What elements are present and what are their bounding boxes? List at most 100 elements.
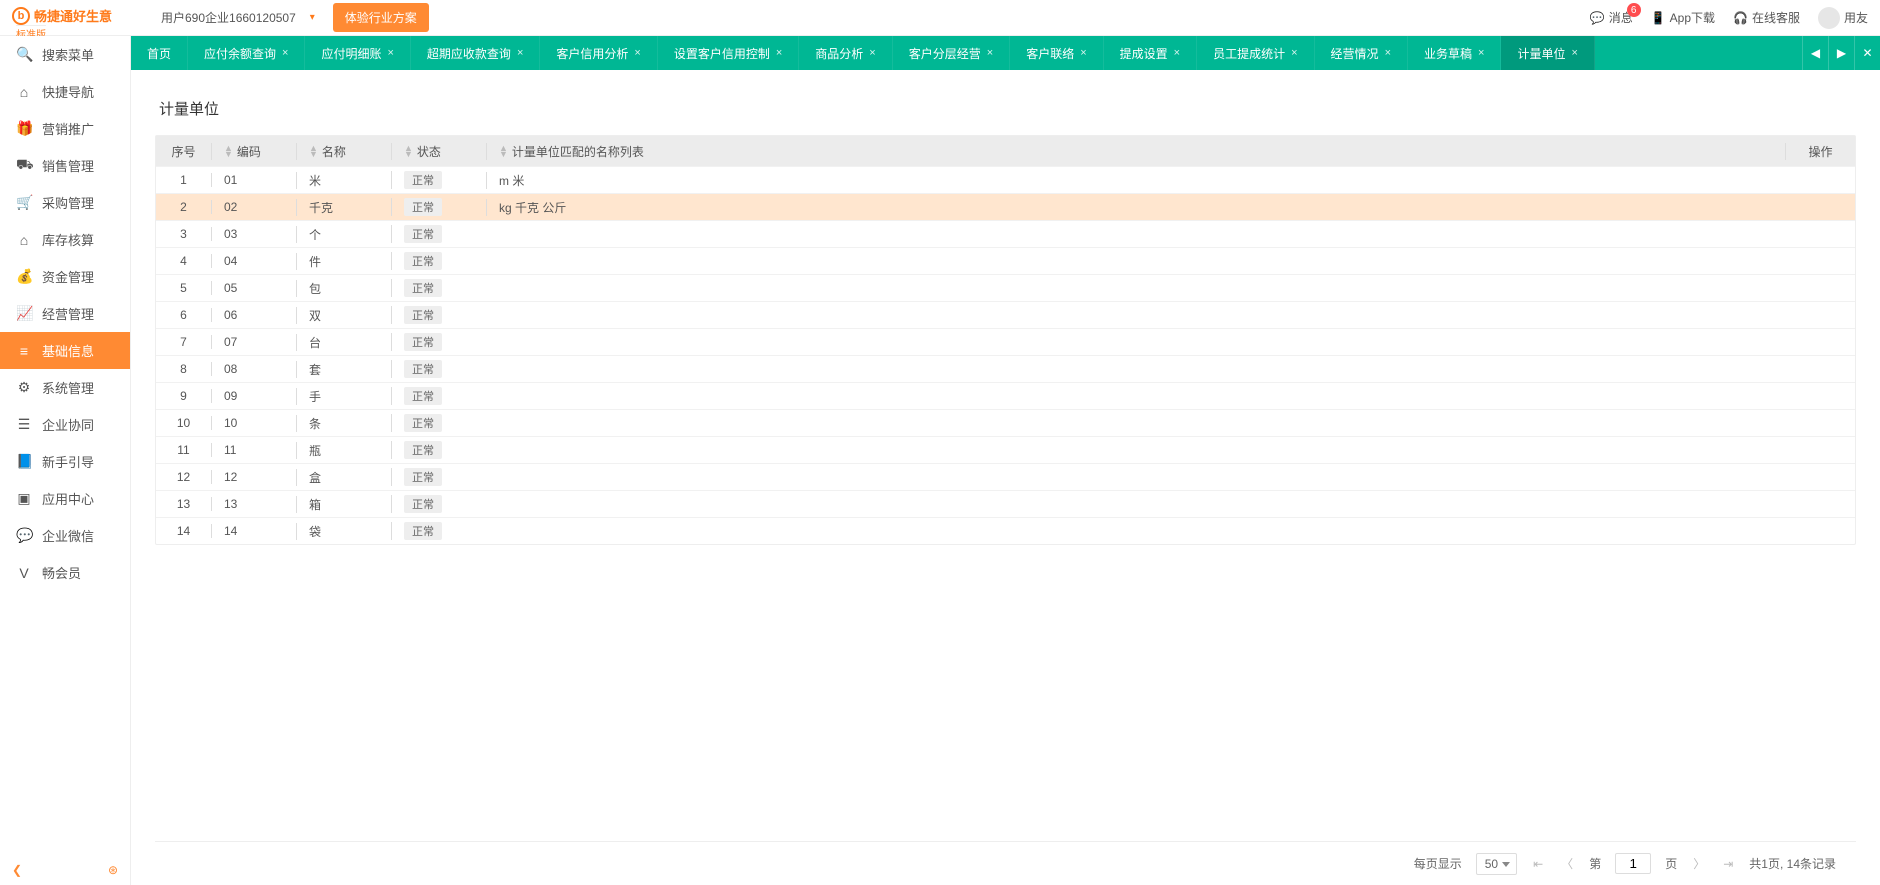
sidebar-footer: ❮ ⊛: [0, 863, 130, 877]
cell-name: 箱: [296, 496, 391, 513]
tab-3[interactable]: 超期应收款查询×: [411, 36, 540, 70]
tab-close-icon[interactable]: ×: [517, 47, 523, 59]
tab-2[interactable]: 应付明细账×: [305, 36, 410, 70]
tab-close-icon[interactable]: ×: [987, 47, 993, 59]
sidebar-item-12[interactable]: ▣应用中心: [0, 480, 130, 517]
table-row[interactable]: 909手正常: [156, 382, 1855, 409]
app-download-button[interactable]: 📱 App下载: [1651, 9, 1715, 26]
messages-button[interactable]: 💬 消息 6: [1590, 9, 1633, 26]
col-name[interactable]: ▲▼名称: [296, 143, 391, 160]
sidebar-item-2[interactable]: 🎁营销推广: [0, 110, 130, 147]
tab-close-icon[interactable]: ×: [634, 47, 640, 59]
tab-strip: 首页应付余额查询×应付明细账×超期应收款查询×客户信用分析×设置客户信用控制×商…: [131, 36, 1880, 70]
tab-label: 计量单位: [1517, 45, 1565, 62]
cell-code: 09: [211, 389, 296, 403]
sidebar-item-6[interactable]: 💰资金管理: [0, 258, 130, 295]
tab-label: 客户分层经营: [909, 45, 981, 62]
tab-close-icon[interactable]: ×: [1571, 47, 1577, 59]
sidebar-collapse-icon[interactable]: ❮: [12, 863, 22, 877]
tab-close-icon[interactable]: ×: [387, 47, 393, 59]
online-service-button[interactable]: 🎧 在线客服: [1733, 9, 1800, 26]
tab-12[interactable]: 业务草稿×: [1408, 36, 1501, 70]
tab-label: 经营情况: [1331, 45, 1379, 62]
table-row[interactable]: 1414袋正常: [156, 517, 1855, 544]
tabs-close-all[interactable]: ✕: [1854, 36, 1880, 70]
sidebar-item-1[interactable]: ⌂快捷导航: [0, 73, 130, 110]
tab-9[interactable]: 提成设置 ×: [1104, 36, 1197, 70]
status-badge: 正常: [404, 252, 442, 270]
tab-11[interactable]: 经营情况 ×: [1315, 36, 1408, 70]
sidebar-item-0[interactable]: 🔍搜索菜单: [0, 36, 130, 73]
status-badge: 正常: [404, 414, 442, 432]
table-row[interactable]: 505包正常: [156, 274, 1855, 301]
sidebar-item-7[interactable]: 📈经营管理: [0, 295, 130, 332]
sidebar-item-8[interactable]: ≡基础信息: [0, 332, 130, 369]
tab-13[interactable]: 计量单位 ×: [1501, 36, 1594, 70]
table-row[interactable]: 202千克正常kg 千克 公斤: [156, 193, 1855, 220]
col-status[interactable]: ▲▼状态: [391, 143, 486, 160]
per-page-select[interactable]: 50: [1476, 853, 1517, 875]
pager-last[interactable]: ⇥: [1721, 857, 1735, 871]
tenant-selector[interactable]: 用户690企业1660120507 ▾: [161, 9, 315, 26]
tab-4[interactable]: 客户信用分析×: [540, 36, 657, 70]
cell-name: 套: [296, 361, 391, 378]
tab-close-icon[interactable]: ×: [1080, 47, 1086, 59]
tab-6[interactable]: 商品分析×: [799, 36, 892, 70]
col-index[interactable]: 序号: [156, 143, 211, 160]
col-code[interactable]: ▲▼编码: [211, 143, 296, 160]
tab-close-icon[interactable]: ×: [869, 47, 875, 59]
tab-close-icon[interactable]: ×: [1478, 47, 1484, 59]
table-row[interactable]: 1010条正常: [156, 409, 1855, 436]
col-match[interactable]: ▲▼计量单位匹配的名称列表: [486, 143, 1785, 160]
tab-8[interactable]: 客户联络×: [1010, 36, 1103, 70]
tabs-scroll-left[interactable]: ◀: [1802, 36, 1828, 70]
cell-status: 正常: [391, 360, 486, 378]
sidebar-item-10[interactable]: ☰企业协同: [0, 406, 130, 443]
tab-5[interactable]: 设置客户信用控制×: [658, 36, 799, 70]
pager-first[interactable]: ⇤: [1531, 857, 1545, 871]
page-input[interactable]: [1615, 853, 1651, 874]
tabs-scroll-right[interactable]: ▶: [1828, 36, 1854, 70]
tab-close-icon[interactable]: ×: [1291, 47, 1297, 59]
sidebar-item-14[interactable]: V畅会员: [0, 554, 130, 591]
table-row[interactable]: 808套正常: [156, 355, 1855, 382]
table-row[interactable]: 1111瓶正常: [156, 436, 1855, 463]
sidebar-item-4[interactable]: 🛒采购管理: [0, 184, 130, 221]
tab-10[interactable]: 员工提成统计×: [1197, 36, 1314, 70]
sidebar-item-9[interactable]: ⚙系统管理: [0, 369, 130, 406]
table-row[interactable]: 707台正常: [156, 328, 1855, 355]
pager-next[interactable]: 〉: [1691, 855, 1707, 872]
sidebar: 🔍搜索菜单⌂快捷导航🎁营销推广⛟销售管理🛒采购管理⌂库存核算💰资金管理📈经营管理…: [0, 36, 131, 885]
headset-icon: 🎧: [1733, 11, 1748, 25]
table-row[interactable]: 303个正常: [156, 220, 1855, 247]
sidebar-icon: 🔍: [16, 46, 32, 63]
tab-label: 提成设置: [1120, 45, 1168, 62]
cell-name: 件: [296, 253, 391, 270]
user-menu[interactable]: 用友: [1818, 7, 1868, 29]
tab-close-icon[interactable]: ×: [282, 47, 288, 59]
cell-status: 正常: [391, 225, 486, 243]
table-row[interactable]: 1212盒正常: [156, 463, 1855, 490]
sidebar-item-11[interactable]: 📘新手引导: [0, 443, 130, 480]
table-row[interactable]: 404件正常: [156, 247, 1855, 274]
tab-close-icon[interactable]: ×: [776, 47, 782, 59]
cell-index: 2: [156, 200, 211, 214]
tab-0[interactable]: 首页: [131, 36, 188, 70]
tab-7[interactable]: 客户分层经营 ×: [893, 36, 1010, 70]
try-industry-button[interactable]: 体验行业方案: [333, 3, 429, 32]
sidebar-item-13[interactable]: 💬企业微信: [0, 517, 130, 554]
page-title: 计量单位: [159, 98, 1856, 119]
sidebar-item-3[interactable]: ⛟销售管理: [0, 147, 130, 184]
pager-prev[interactable]: 〈: [1559, 855, 1575, 872]
sidebar-item-5[interactable]: ⌂库存核算: [0, 221, 130, 258]
table-row[interactable]: 101米正常m 米: [156, 166, 1855, 193]
tab-close-icon[interactable]: ×: [1174, 47, 1180, 59]
table-row[interactable]: 1313箱正常: [156, 490, 1855, 517]
cell-status: 正常: [391, 279, 486, 297]
tab-label: 应付余额查询: [204, 45, 276, 62]
tab-1[interactable]: 应付余额查询 ×: [188, 36, 305, 70]
tenant-name: 用户690企业1660120507: [161, 9, 296, 26]
sidebar-help-icon[interactable]: ⊛: [108, 863, 118, 877]
table-row[interactable]: 606双正常: [156, 301, 1855, 328]
tab-close-icon[interactable]: ×: [1385, 47, 1391, 59]
